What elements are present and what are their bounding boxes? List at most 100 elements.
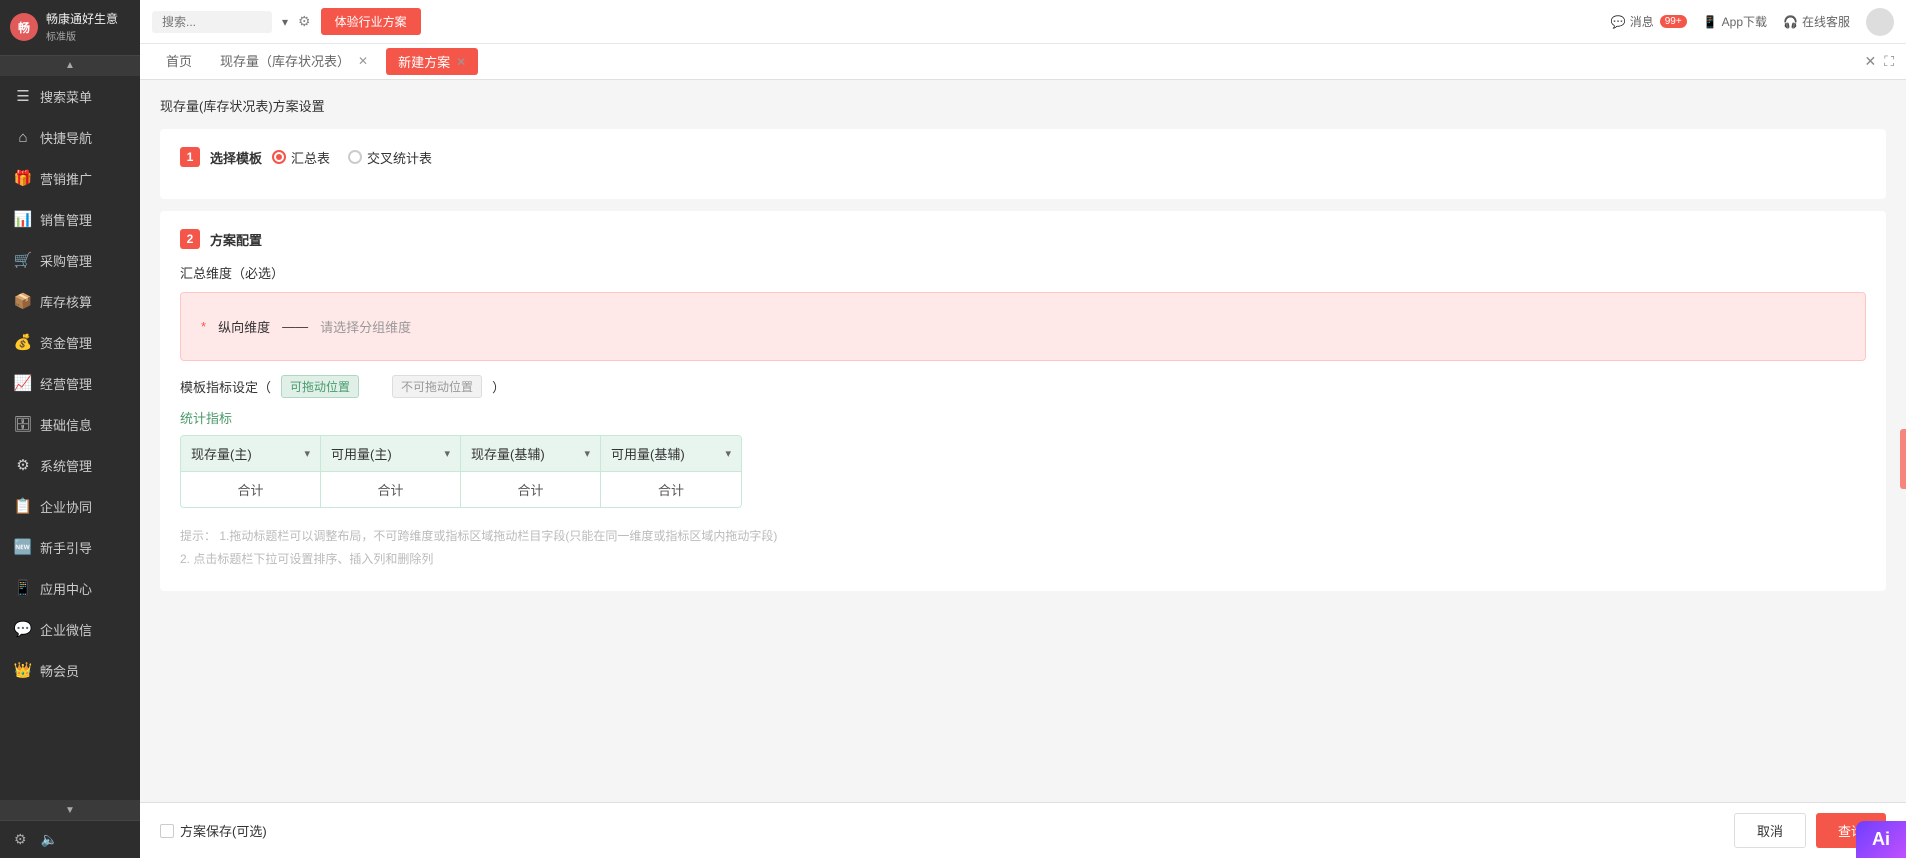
headset-icon: 🎧 xyxy=(1783,15,1798,29)
chart-icon: 📊 xyxy=(14,210,32,228)
clipboard-icon: 📋 xyxy=(14,497,32,515)
sidebar-item-sales[interactable]: 📊 销售管理 xyxy=(0,199,140,240)
step2-section: 2 方案配置 汇总维度（必选） * 纵向维度 —— 请选择分组维度 模板指标设定… xyxy=(160,211,1886,591)
sidebar-item-app-center[interactable]: 📱 应用中心 xyxy=(0,568,140,609)
required-mark: * xyxy=(201,319,206,334)
tab-inventory-close[interactable]: ✕ xyxy=(358,54,368,68)
sidebar-item-marketing[interactable]: 🎁 营销推广 xyxy=(0,158,140,199)
avatar[interactable] xyxy=(1866,8,1894,36)
sidebar-bottom: ⚙ 🔈 xyxy=(0,820,140,858)
hints-section: 提示： 1.拖动标题栏可以调整布局，不可跨维度或指标区域拖动栏目字段(只能在同一… xyxy=(180,527,1866,569)
dimension-required-label: 汇总维度（必选） xyxy=(180,263,1866,282)
sidebar-item-system[interactable]: ⚙ 系统管理 xyxy=(0,445,140,486)
tab-expand-btn[interactable]: ⛶ xyxy=(1884,53,1894,70)
sidebar-item-quick-nav[interactable]: ⌂ 快捷导航 xyxy=(0,117,140,158)
box-icon: 📦 xyxy=(14,292,32,310)
customer-service-item[interactable]: 🎧 在线客服 xyxy=(1783,13,1850,30)
sidebar-item-purchase[interactable]: 🛒 采购管理 xyxy=(0,240,140,281)
main-content: 现存量(库存状况表)方案设置 1 选择模板 汇总表 交叉统计表 xyxy=(140,80,1906,802)
radio-cross[interactable]: 交叉统计表 xyxy=(348,148,432,167)
crown-icon: 👑 xyxy=(14,661,32,679)
gear-nav-icon: ⚙ xyxy=(14,456,32,474)
indicator-settings: 模板指标设定（ 可拖动位置 不可拖动位置 ） xyxy=(180,375,1866,398)
sidebar-item-inventory[interactable]: 📦 库存核算 xyxy=(0,281,140,322)
sidebar-item-new-guide[interactable]: 🆕 新手引导 xyxy=(0,527,140,568)
draggable-tag: 可拖动位置 xyxy=(281,375,359,398)
stats-table: 现存量(主) ▾ 可用量(主) ▾ 现存量(基辅) ▾ 可用量(基辅) xyxy=(180,435,742,508)
save-checkbox[interactable] xyxy=(160,824,174,838)
tab-inventory[interactable]: 现存量（库存状况表） ✕ xyxy=(206,45,382,78)
step1-header: 1 选择模板 汇总表 交叉统计表 xyxy=(180,147,1866,167)
bottom-bar: 方案保存(可选) 取消 查询 xyxy=(140,802,1906,858)
radio-cross-dot xyxy=(348,150,362,164)
logo-icon: 畅 xyxy=(10,13,38,41)
radio-summary[interactable]: 汇总表 xyxy=(272,148,330,167)
sidebar-logo: 畅 畅康通好生意 标准版 xyxy=(0,0,140,56)
hint-1: 提示： 1.拖动标题栏可以调整布局，不可跨维度或指标区域拖动栏目字段(只能在同一… xyxy=(180,527,1866,546)
topbar-dropdown[interactable]: ▾ xyxy=(282,15,288,29)
search-input[interactable] xyxy=(152,11,272,33)
scroll-hint xyxy=(1900,429,1906,489)
col-footer-2: 合计 xyxy=(461,472,601,507)
indicator-label: 模板指标设定（ 可拖动位置 不可拖动位置 ） xyxy=(180,375,1866,398)
col-header-0[interactable]: 现存量(主) ▾ xyxy=(181,436,321,471)
chevron-icon-3: ▾ xyxy=(725,447,731,460)
sidebar-item-basic-info[interactable]: 🗄 基础信息 xyxy=(0,404,140,445)
cart-icon: 🛒 xyxy=(14,251,32,269)
sidebar-item-cooperation[interactable]: 📋 企业协同 xyxy=(0,486,140,527)
stats-table-row-0: 合计 合计 合计 合计 xyxy=(181,471,741,507)
sidebar-item-member[interactable]: 👑 畅会员 xyxy=(0,650,140,691)
step2-header: 2 方案配置 xyxy=(180,229,1866,249)
chevron-icon-1: ▾ xyxy=(444,447,450,460)
sidebar-scroll-down[interactable]: ▼ xyxy=(0,800,140,820)
new-icon: 🆕 xyxy=(14,538,32,556)
message-badge: 99+ xyxy=(1660,15,1687,28)
non-draggable-tag: 不可拖动位置 xyxy=(392,375,482,398)
message-icon: 💬 xyxy=(1611,15,1626,29)
sidebar-scroll-up[interactable]: ▲ xyxy=(0,56,140,76)
dimension-placeholder: 请选择分组维度 xyxy=(320,317,411,336)
app-download-item[interactable]: 📱 App下载 xyxy=(1703,13,1767,30)
tab-home[interactable]: 首页 xyxy=(152,45,206,78)
col-header-2[interactable]: 现存量(基辅) ▾ xyxy=(461,436,601,471)
ai-fab-button[interactable]: Ai xyxy=(1856,821,1906,858)
tab-close-btn[interactable]: ✕ xyxy=(1864,53,1876,70)
step2-title: 方案配置 xyxy=(210,230,262,249)
settings-bottom-icon[interactable]: ⚙ xyxy=(14,831,27,848)
step1-badge: 1 xyxy=(180,147,200,167)
topbar-left: ▾ ⚙ 体验行业方案 xyxy=(152,8,421,35)
topbar-gear-icon[interactable]: ⚙ xyxy=(298,13,311,30)
sidebar: 畅 畅康通好生意 标准版 ▲ ☰ 搜索菜单 ⌂ 快捷导航 🎁 营销推广 📊 销售… xyxy=(0,0,140,858)
col-header-3[interactable]: 可用量(基辅) ▾ xyxy=(601,436,741,471)
page-title: 现存量(库存状况表)方案设置 xyxy=(160,96,1886,115)
database-icon: 🗄 xyxy=(14,415,32,433)
tabs-bar: 首页 现存量（库存状况表） ✕ 新建方案 ✕ ✕ ⛶ xyxy=(140,44,1906,80)
save-option: 方案保存(可选) xyxy=(160,821,267,840)
speaker-icon[interactable]: 🔈 xyxy=(41,831,58,848)
stats-section: 统计指标 现存量(主) ▾ 可用量(主) ▾ 现存量(基辅) xyxy=(180,408,1866,511)
app-download-icon: 📱 xyxy=(1703,15,1718,29)
topbar-right: 💬 消息 99+ 📱 App下载 🎧 在线客服 xyxy=(1611,8,1894,36)
radio-summary-dot xyxy=(272,150,286,164)
col-header-1[interactable]: 可用量(主) ▾ xyxy=(321,436,461,471)
vertical-label: 纵向维度 xyxy=(218,317,270,336)
tab-new-close[interactable]: ✕ xyxy=(456,55,466,69)
col-footer-3: 合计 xyxy=(601,472,741,507)
mobile-icon: 📱 xyxy=(14,579,32,597)
dimension-box[interactable]: * 纵向维度 —— 请选择分组维度 xyxy=(180,292,1866,361)
wechat-icon: 💬 xyxy=(14,620,32,638)
col-footer-1: 合计 xyxy=(321,472,461,507)
cancel-button[interactable]: 取消 xyxy=(1734,813,1806,848)
tab-new-scheme[interactable]: 新建方案 ✕ xyxy=(386,48,478,75)
sidebar-item-search[interactable]: ☰ 搜索菜单 xyxy=(0,76,140,117)
sidebar-item-finance[interactable]: 💰 资金管理 xyxy=(0,322,140,363)
trial-btn[interactable]: 体验行业方案 xyxy=(321,8,421,35)
step2-badge: 2 xyxy=(180,229,200,249)
chevron-icon-0: ▾ xyxy=(304,447,310,460)
chevron-icon-2: ▾ xyxy=(584,447,590,460)
topbar: ▾ ⚙ 体验行业方案 💬 消息 99+ 📱 App下载 🎧 在线客服 xyxy=(140,0,1906,44)
sidebar-item-operations[interactable]: 📈 经营管理 xyxy=(0,363,140,404)
sidebar-item-enterprise-wechat[interactable]: 💬 企业微信 xyxy=(0,609,140,650)
home-icon: ⌂ xyxy=(14,128,32,146)
message-item[interactable]: 💬 消息 99+ xyxy=(1611,13,1687,30)
